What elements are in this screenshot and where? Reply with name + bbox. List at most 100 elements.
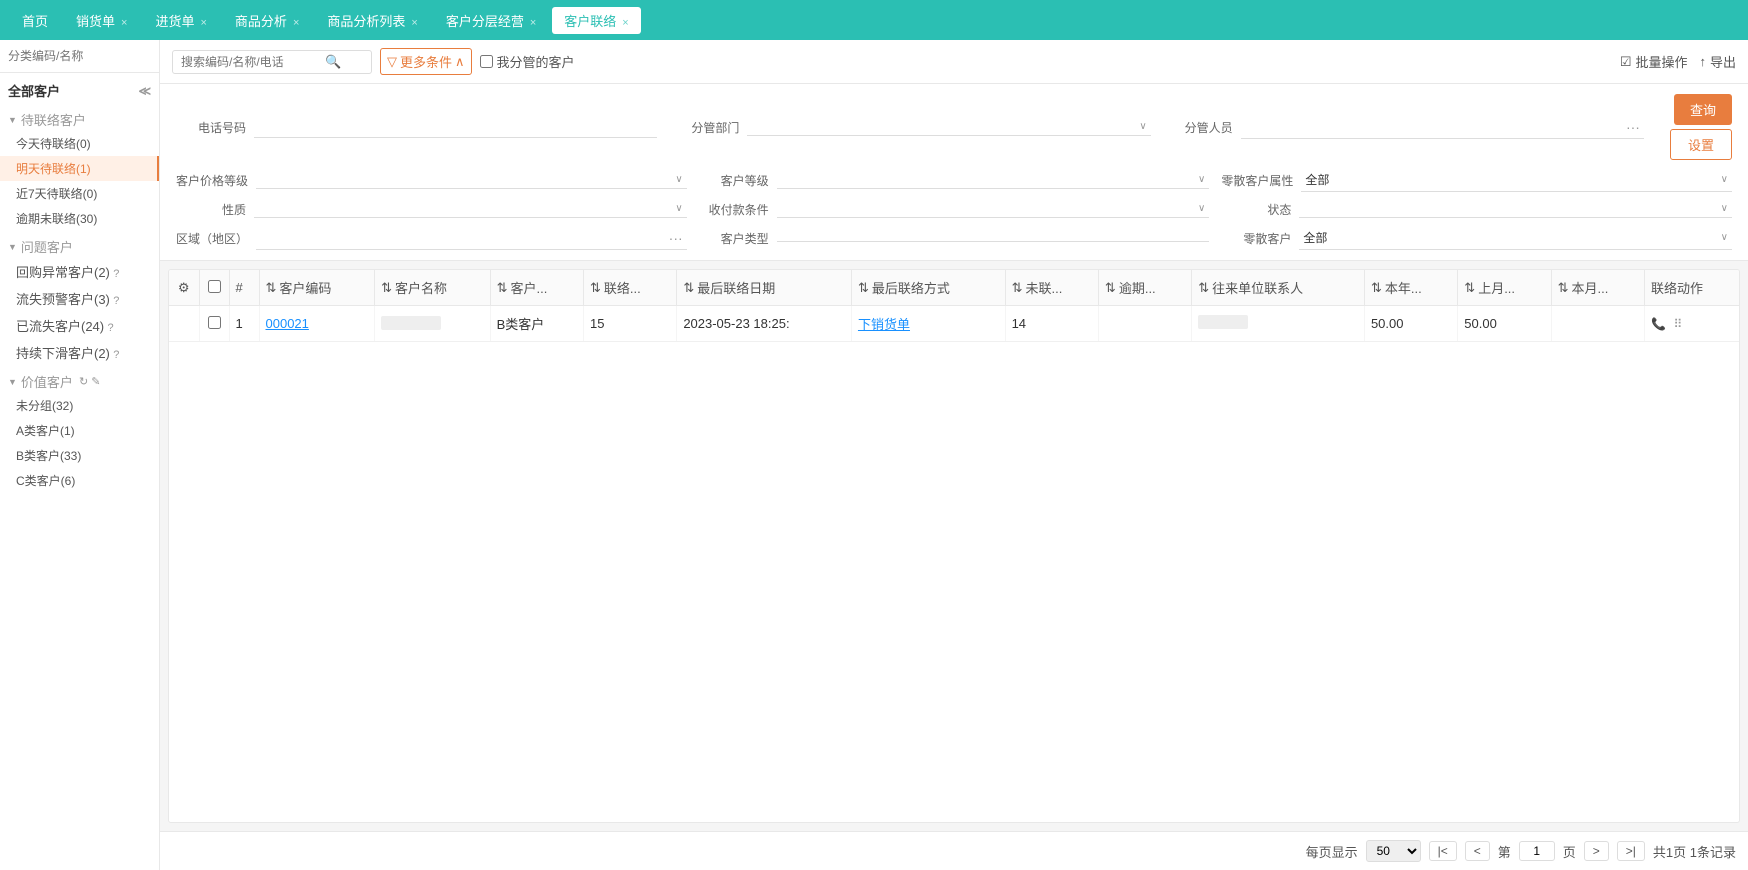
total-label: 共1页 1条记录 <box>1653 842 1736 861</box>
payment-select[interactable]: ∨ <box>777 200 1210 218</box>
per-page-select[interactable]: 50 100 <box>1366 840 1421 862</box>
customer-level-label: 客户等级 <box>699 172 769 189</box>
nav-product-analysis-list[interactable]: 商品分析列表× <box>315 7 429 34</box>
row-index: 1 <box>229 306 259 342</box>
sort-icon-4: ⇅ <box>590 280 601 296</box>
filter-region: 区域（地区） ··· <box>176 227 687 250</box>
col-no-contact-header[interactable]: ⇅未联... <box>1005 270 1098 306</box>
more-filter-btn[interactable]: ▽ 更多条件 ∧ <box>380 48 472 75</box>
value-customers-group[interactable]: ▼ 价值客户 ↻ ✎ <box>0 366 159 393</box>
customer-level-select[interactable]: ∨ <box>777 171 1210 189</box>
filter-price-level: 客户价格等级 ∨ <box>176 171 687 189</box>
row-last-method[interactable]: 下销货单 <box>851 306 1005 342</box>
phone-action-icon[interactable]: 📞 <box>1651 317 1666 331</box>
filter-customer-type: 客户类型 <box>699 230 1210 247</box>
prev-page-btn[interactable]: < <box>1465 841 1490 861</box>
price-level-select[interactable]: ∨ <box>256 171 687 189</box>
col-overdue-header[interactable]: ⇅逾期... <box>1098 270 1191 306</box>
sidebar-today-contact[interactable]: 今天待联络(0) <box>0 131 159 156</box>
last-page-btn[interactable]: >| <box>1617 841 1645 861</box>
top-nav: 首页 销货单× 进货单× 商品分析× 商品分析列表× 客户分层经营× 客户联络× <box>0 0 1748 40</box>
col-settings-header[interactable]: ⚙ <box>169 270 199 306</box>
nav-product-analysis[interactable]: 商品分析× <box>223 7 311 34</box>
search-icon[interactable]: 🔍 <box>325 54 341 70</box>
retail-attr-select[interactable]: 全部 ∨ <box>1301 168 1732 192</box>
nav-purchase-order[interactable]: 进货单× <box>143 7 218 34</box>
sidebar-class-b[interactable]: B类客户(33) <box>0 443 159 468</box>
all-customers-header[interactable]: 全部客户 ≪ <box>0 73 159 104</box>
status-select[interactable]: ∨ <box>1299 200 1732 218</box>
nav-sales-order[interactable]: 销货单× <box>64 7 139 34</box>
next-page-btn[interactable]: > <box>1584 841 1609 861</box>
col-type-header[interactable]: ⇅客户... <box>490 270 583 306</box>
row-no-contact: 14 <box>1005 306 1098 342</box>
row-code[interactable]: 000021 <box>259 306 375 342</box>
more-icon[interactable]: ··· <box>1626 119 1640 135</box>
my-customers-check[interactable] <box>480 55 493 68</box>
query-btn[interactable]: 查询 <box>1674 94 1732 125</box>
problem-customers-group[interactable]: ▼ 问题客户 <box>0 231 159 258</box>
retail-attr-label: 零散客户属性 <box>1221 172 1293 189</box>
page-label: 第 <box>1498 842 1511 861</box>
col-this-year-header[interactable]: ⇅本年... <box>1364 270 1457 306</box>
sidebar-lost-risk[interactable]: 流失预警客户(3) ? <box>0 285 159 312</box>
toolbar-right: ☑ 批量操作 ↑ 导出 <box>1620 52 1736 71</box>
sidebar-continuous-down[interactable]: 持续下滑客户(2) ? <box>0 339 159 366</box>
sort-icon-9: ⇅ <box>1198 280 1209 296</box>
col-unit-contact-header[interactable]: ⇅往来单位联系人 <box>1192 270 1365 306</box>
more-action-icon[interactable]: ⠿ <box>1674 317 1683 331</box>
gender-select[interactable]: ∨ <box>254 200 687 218</box>
col-name-header[interactable]: ⇅客户名称 <box>375 270 491 306</box>
sort-icon: ⇅ <box>266 280 277 296</box>
row-name[interactable]: Ea <box>375 306 491 342</box>
sidebar-already-lost[interactable]: 已流失客户(24) ? <box>0 312 159 339</box>
col-this-month-header[interactable]: ⇅本月... <box>1551 270 1644 306</box>
row-checkbox[interactable] <box>208 316 221 329</box>
customer-type-select[interactable] <box>777 235 1210 242</box>
page-input[interactable] <box>1519 841 1555 861</box>
sidebar-repeat-abnormal[interactable]: 回购异常客户(2) ? <box>0 258 159 285</box>
pending-contact-group[interactable]: ▼ 待联络客户 <box>0 104 159 131</box>
sidebar-class-c[interactable]: C类客户(6) <box>0 468 159 493</box>
export-btn[interactable]: ↑ 导出 <box>1699 52 1736 71</box>
batch-op-btn[interactable]: ☑ 批量操作 <box>1620 52 1688 71</box>
chevron-down-icon-4: ∨ <box>1721 174 1728 185</box>
retail-customer-select[interactable]: 全部 ∨ <box>1299 226 1732 250</box>
nav-customer-contact[interactable]: 客户联络× <box>552 7 640 34</box>
sort-icon-11: ⇅ <box>1464 280 1475 296</box>
page-suffix: 页 <box>1563 842 1576 861</box>
collapse-icon[interactable]: ≪ <box>138 84 151 98</box>
region-label: 区域（地区） <box>176 230 248 247</box>
sidebar-overdue-contact[interactable]: 逾期未联络(30) <box>0 206 159 231</box>
triangle-icon-2: ▼ <box>8 242 17 252</box>
sidebar-tomorrow-contact[interactable]: 明天待联络(1) <box>0 156 159 181</box>
row-overdue <box>1098 306 1191 342</box>
row-checkbox-cell <box>199 306 229 342</box>
my-customers-checkbox[interactable]: 我分管的客户 <box>480 52 575 71</box>
search-input[interactable] <box>181 55 321 69</box>
col-contact-header[interactable]: ⇅联络... <box>583 270 676 306</box>
settings-btn[interactable]: 设置 <box>1670 129 1732 160</box>
sidebar-search-input[interactable] <box>8 49 160 63</box>
payment-label: 收付款条件 <box>699 201 769 218</box>
col-last-month-header[interactable]: ⇅上月... <box>1458 270 1551 306</box>
region-more-icon[interactable]: ··· <box>669 230 683 246</box>
sidebar-ungrouped[interactable]: 未分组(32) <box>0 393 159 418</box>
nav-home[interactable]: 首页 <box>10 7 60 34</box>
gender-label: 性质 <box>176 201 246 218</box>
filter-icon: ▽ <box>387 54 397 70</box>
first-page-btn[interactable]: |< <box>1429 841 1457 861</box>
branch-dept-select[interactable]: ∨ <box>747 118 1150 136</box>
settings-cell <box>169 306 199 342</box>
col-code-header[interactable]: ⇅客户编码 <box>259 270 375 306</box>
filter-action-buttons: 查询 设置 <box>1656 94 1732 160</box>
filter-branch-dept: 分管部门 ∨ <box>669 118 1150 136</box>
sidebar-class-a[interactable]: A类客户(1) <box>0 418 159 443</box>
phone-input[interactable] <box>254 117 657 138</box>
col-last-date-header[interactable]: ⇅最后联络日期 <box>677 270 852 306</box>
col-action-header: 联络动作 <box>1644 270 1739 306</box>
sidebar-near7-contact[interactable]: 近7天待联络(0) <box>0 181 159 206</box>
nav-customer-tier[interactable]: 客户分层经营× <box>434 7 548 34</box>
col-last-method-header[interactable]: ⇅最后联络方式 <box>851 270 1005 306</box>
select-all-checkbox[interactable] <box>208 280 221 293</box>
